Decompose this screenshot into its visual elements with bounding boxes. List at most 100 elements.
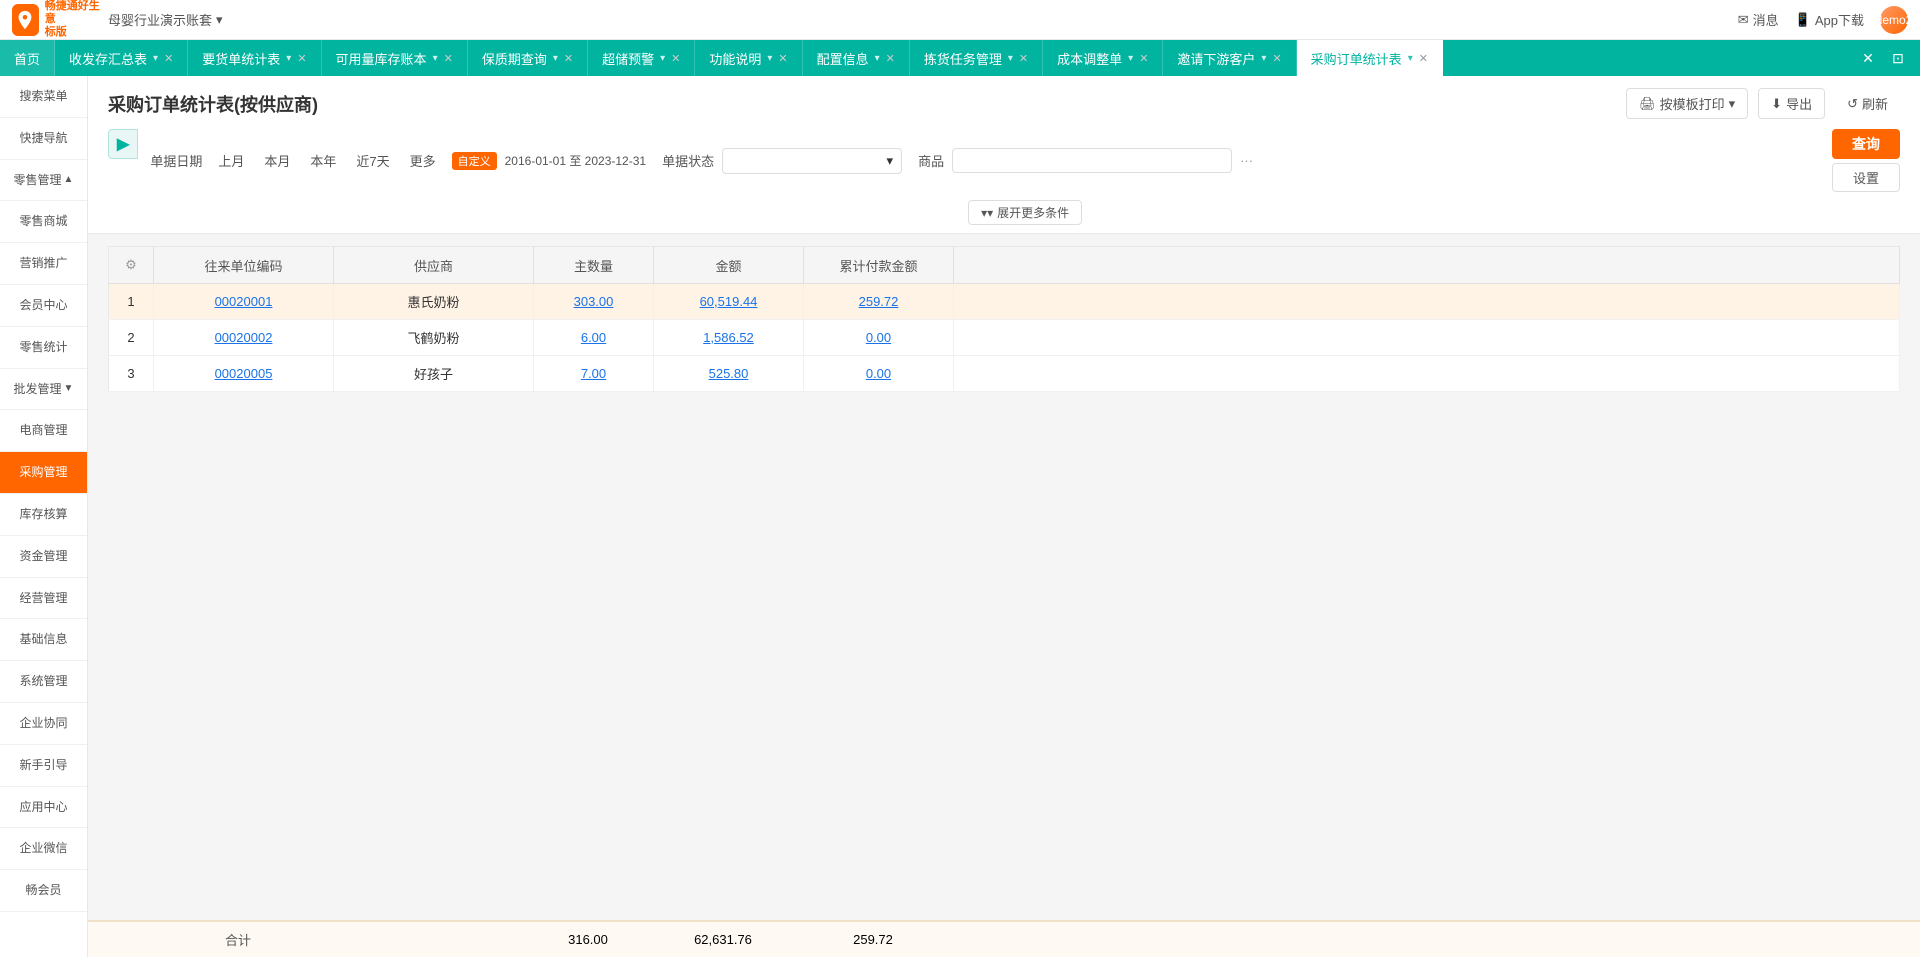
- tab-overstock[interactable]: 超储预警 ▾ ✕: [588, 40, 695, 76]
- message-button[interactable]: ✉ 消息: [1738, 10, 1779, 29]
- tab-invite-downstream-label: 邀请下游客户: [1177, 49, 1255, 68]
- sidebar-label: 搜索菜单: [4, 88, 83, 105]
- tab-function-desc[interactable]: 功能说明 ▾ ✕: [695, 40, 802, 76]
- shortcut-this-year[interactable]: 本年: [302, 149, 344, 172]
- template-print-button[interactable]: 🖨 按模板打印 ▾: [1626, 88, 1748, 119]
- tab-close-icon[interactable]: ✕: [1139, 52, 1148, 65]
- tab-invite-downstream[interactable]: 邀请下游客户 ▾ ✕: [1163, 40, 1296, 76]
- row-amount-link[interactable]: 525.80: [709, 366, 749, 381]
- row-qty-link[interactable]: 7.00: [581, 366, 606, 381]
- row-qty-link[interactable]: 6.00: [581, 330, 606, 345]
- tab-purchase-summary[interactable]: 采购订单统计表 ▾ ✕: [1297, 40, 1443, 76]
- expand-more-button[interactable]: ▾▾ 展开更多条件: [968, 200, 1082, 225]
- row-paid-link[interactable]: 0.00: [866, 366, 891, 381]
- sidebar-item-quick-nav[interactable]: 快捷导航: [0, 118, 87, 160]
- tab-order-summary[interactable]: 要货单统计表 ▾ ✕: [188, 40, 321, 76]
- sidebar-label: 经营管理: [4, 590, 83, 607]
- page-header: 采购订单统计表(按供应商) 🖨 按模板打印 ▾ ⬇ 导出 ↺ 刷新: [88, 76, 1920, 234]
- table-container: ⚙ 往来单位编码 供应商 主数量 金额: [88, 234, 1920, 920]
- row-code-link[interactable]: 00020001: [215, 294, 273, 309]
- tab-home-label: 首页: [14, 49, 40, 68]
- row-code-link[interactable]: 00020005: [215, 366, 273, 381]
- sidebar-label: 零售统计: [4, 339, 83, 356]
- shortcut-7-days[interactable]: 近7天: [348, 149, 397, 172]
- tab-close-icon[interactable]: ✕: [671, 52, 680, 65]
- shortcut-prev-month[interactable]: 上月: [210, 149, 252, 172]
- settings-button[interactable]: 设置: [1832, 163, 1900, 192]
- nav-close-button[interactable]: ✕: [1854, 44, 1882, 72]
- filter-toggle-button[interactable]: ▶: [108, 129, 138, 159]
- sidebar-item-operation-manage[interactable]: 经营管理: [0, 578, 87, 620]
- tab-config-info[interactable]: 配置信息 ▾ ✕: [803, 40, 910, 76]
- footer-empty-3: [948, 930, 1900, 949]
- nav-expand-button[interactable]: ⊡: [1884, 44, 1912, 72]
- tab-stow-task[interactable]: 拣货任务管理 ▾ ✕: [910, 40, 1043, 76]
- footer-label: 合计: [148, 930, 328, 949]
- tab-cost-adjust[interactable]: 成本调整单 ▾ ✕: [1043, 40, 1163, 76]
- table-row[interactable]: 3 00020005 好孩子 7.00 525.80 0.00: [109, 356, 1900, 392]
- tab-close-icon[interactable]: ✕: [1419, 52, 1428, 65]
- sidebar-item-retail-manage[interactable]: 零售管理 ▲: [0, 160, 87, 202]
- sidebar-item-retail-mall[interactable]: 零售商城: [0, 201, 87, 243]
- row-code-link[interactable]: 00020002: [215, 330, 273, 345]
- row-amount-link[interactable]: 60,519.44: [700, 294, 758, 309]
- workspace-selector[interactable]: 母婴行业演示账套 ▾: [100, 6, 231, 33]
- tab-close-icon[interactable]: ✕: [164, 52, 173, 65]
- row-qty-link[interactable]: 303.00: [574, 294, 614, 309]
- sidebar-item-enterprise-wechat[interactable]: 企业微信: [0, 828, 87, 870]
- sidebar-item-retail-stats[interactable]: 零售统计: [0, 327, 87, 369]
- sidebar-item-member-center[interactable]: 会员中心: [0, 285, 87, 327]
- expand-more-row: ▾▾ 展开更多条件: [150, 200, 1900, 225]
- table-row[interactable]: 1 00020001 惠氏奶粉 303.00 60,519.44 259.72: [109, 284, 1900, 320]
- app-download-button[interactable]: 📱 App下载: [1795, 10, 1864, 29]
- tab-close-icon[interactable]: ✕: [297, 52, 306, 65]
- tab-warranty-label: 保质期查询: [482, 49, 547, 68]
- sidebar-item-wholesale-manage[interactable]: 批发管理 ▼: [0, 369, 87, 411]
- shortcut-more[interactable]: 更多: [402, 149, 444, 172]
- sidebar-item-search[interactable]: 搜索菜单: [0, 76, 87, 118]
- row-code: 00020005: [154, 356, 334, 392]
- row-paid: 259.72: [804, 284, 954, 320]
- sidebar-item-basic-info[interactable]: 基础信息: [0, 619, 87, 661]
- tab-arrow-icon: ▾: [433, 53, 438, 64]
- query-button[interactable]: 查询: [1832, 129, 1900, 159]
- row-actions: [954, 356, 1900, 392]
- goods-more-icon[interactable]: ···: [1240, 153, 1253, 168]
- tab-close-icon[interactable]: ✕: [778, 52, 787, 65]
- tab-arrow-icon: ▾: [767, 53, 772, 64]
- avatar[interactable]: demo2: [1880, 6, 1908, 34]
- tab-close-icon[interactable]: ✕: [1019, 52, 1028, 65]
- tab-close-icon[interactable]: ✕: [564, 52, 573, 65]
- sidebar-item-app-center[interactable]: 应用中心: [0, 787, 87, 829]
- sidebar-item-ecommerce[interactable]: 电商管理: [0, 410, 87, 452]
- sidebar-item-system-manage[interactable]: 系统管理: [0, 661, 87, 703]
- sidebar-item-marketing[interactable]: 营销推广: [0, 243, 87, 285]
- query-settings-group: 查询 设置: [1832, 129, 1900, 192]
- tab-arrow-icon: ▾: [660, 53, 665, 64]
- header-actions: 🖨 按模板打印 ▾ ⬇ 导出 ↺ 刷新: [1626, 88, 1900, 119]
- refresh-button[interactable]: ↺ 刷新: [1835, 89, 1900, 118]
- top-bar: 畅捷通好生意 标版 母婴行业演示账套 ▾ ✉ 消息 📱 App下载 demo2: [0, 0, 1920, 40]
- column-settings-icon[interactable]: ⚙: [121, 255, 141, 275]
- sidebar-item-new-guide[interactable]: 新手引导: [0, 745, 87, 787]
- tab-close-icon[interactable]: ✕: [886, 52, 895, 65]
- sidebar-item-purchase-manage[interactable]: 采购管理: [0, 452, 87, 494]
- tab-close-icon[interactable]: ✕: [1272, 52, 1281, 65]
- tab-close-icon[interactable]: ✕: [444, 52, 453, 65]
- tab-collect-pay[interactable]: 收发存汇总表 ▾ ✕: [55, 40, 188, 76]
- goods-input[interactable]: [952, 148, 1232, 173]
- export-button[interactable]: ⬇ 导出: [1758, 88, 1825, 119]
- tab-available-stock[interactable]: 可用量库存账本 ▾ ✕: [322, 40, 468, 76]
- shortcut-this-month[interactable]: 本月: [256, 149, 298, 172]
- tab-home[interactable]: 首页: [0, 40, 55, 76]
- sidebar-item-stock-check[interactable]: 库存核算: [0, 494, 87, 536]
- sidebar-item-enterprise-collab[interactable]: 企业协同: [0, 703, 87, 745]
- table-row[interactable]: 2 00020002 飞鹤奶粉 6.00 1,586.52 0.00: [109, 320, 1900, 356]
- row-paid-link[interactable]: 259.72: [859, 294, 899, 309]
- tab-warranty[interactable]: 保质期查询 ▾ ✕: [468, 40, 588, 76]
- sidebar-item-member-vip[interactable]: 畅会员: [0, 870, 87, 912]
- row-amount-link[interactable]: 1,586.52: [703, 330, 754, 345]
- row-paid-link[interactable]: 0.00: [866, 330, 891, 345]
- status-select[interactable]: ▾: [722, 148, 902, 174]
- sidebar-item-capital-manage[interactable]: 资金管理: [0, 536, 87, 578]
